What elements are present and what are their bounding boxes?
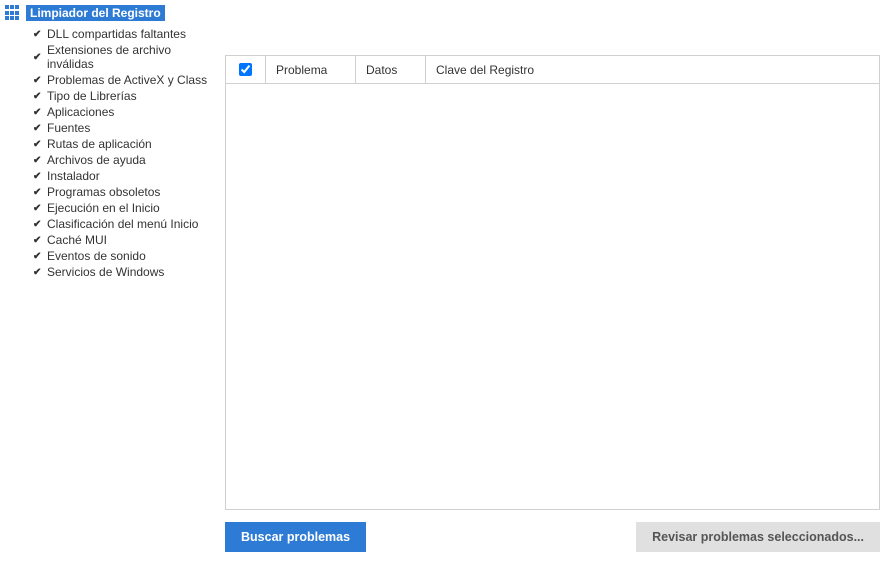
check-item-label: Servicios de Windows (47, 265, 164, 279)
check-item-label: Programas obsoletos (47, 185, 160, 199)
check-item-label: Archivos de ayuda (47, 153, 146, 167)
checkmark-icon: ✔ (33, 219, 47, 230)
checkmark-icon: ✔ (33, 139, 47, 150)
results-table: Problema Datos Clave del Registro (225, 55, 880, 510)
check-item-label: Clasificación del menú Inicio (47, 217, 198, 231)
check-item-label: Fuentes (47, 121, 90, 135)
select-all-checkbox[interactable] (239, 63, 252, 76)
check-item[interactable]: ✔Tipo de Librerías (33, 88, 220, 104)
checkmark-icon: ✔ (33, 75, 47, 86)
checkmark-icon: ✔ (33, 235, 47, 246)
check-item[interactable]: ✔Programas obsoletos (33, 184, 220, 200)
checkmark-icon: ✔ (33, 123, 47, 134)
column-header-datos[interactable]: Datos (356, 56, 426, 83)
check-item[interactable]: ✔Fuentes (33, 120, 220, 136)
check-item[interactable]: ✔Extensiones de archivo inválidas (33, 42, 220, 72)
checkmark-icon: ✔ (33, 29, 47, 40)
check-item-label: Caché MUI (47, 233, 107, 247)
checkmark-icon: ✔ (33, 187, 47, 198)
check-item[interactable]: ✔Archivos de ayuda (33, 152, 220, 168)
check-item-label: Instalador (47, 169, 100, 183)
check-list: ✔DLL compartidas faltantes✔Extensiones d… (5, 23, 220, 280)
checkmark-icon: ✔ (33, 267, 47, 278)
sidebar-title: Limpiador del Registro (26, 5, 165, 21)
checkmark-icon: ✔ (33, 107, 47, 118)
check-item[interactable]: ✔Ejecución en el Inicio (33, 200, 220, 216)
check-item[interactable]: ✔Caché MUI (33, 232, 220, 248)
check-item-label: Aplicaciones (47, 105, 114, 119)
column-header-checkbox[interactable] (226, 56, 266, 83)
footer: Buscar problemas Revisar problemas selec… (225, 510, 880, 552)
checkmark-icon: ✔ (33, 251, 47, 262)
check-item[interactable]: ✔Clasificación del menú Inicio (33, 216, 220, 232)
checkmark-icon: ✔ (33, 52, 47, 63)
checkmark-icon: ✔ (33, 171, 47, 182)
check-item-label: Ejecución en el Inicio (47, 201, 160, 215)
main-panel: Problema Datos Clave del Registro Buscar… (220, 0, 895, 562)
check-item-label: Rutas de aplicación (47, 137, 152, 151)
check-item[interactable]: ✔DLL compartidas faltantes (33, 26, 220, 42)
check-item-label: Tipo de Librerías (47, 89, 137, 103)
check-item[interactable]: ✔Instalador (33, 168, 220, 184)
check-item-label: Eventos de sonido (47, 249, 146, 263)
checkmark-icon: ✔ (33, 203, 47, 214)
check-item[interactable]: ✔Aplicaciones (33, 104, 220, 120)
column-header-clave[interactable]: Clave del Registro (426, 56, 879, 83)
check-item-label: Problemas de ActiveX y Class (47, 73, 207, 87)
table-header: Problema Datos Clave del Registro (226, 56, 879, 84)
check-item[interactable]: ✔Servicios de Windows (33, 264, 220, 280)
check-item-label: Extensiones de archivo inválidas (47, 43, 220, 71)
registry-grid-icon (5, 5, 21, 21)
check-item[interactable]: ✔Eventos de sonido (33, 248, 220, 264)
review-selected-button[interactable]: Revisar problemas seleccionados... (636, 522, 880, 552)
column-header-problema[interactable]: Problema (266, 56, 356, 83)
sidebar-header: Limpiador del Registro (5, 5, 220, 21)
check-item[interactable]: ✔Problemas de ActiveX y Class (33, 72, 220, 88)
checkmark-icon: ✔ (33, 155, 47, 166)
check-item-label: DLL compartidas faltantes (47, 27, 186, 41)
check-item[interactable]: ✔Rutas de aplicación (33, 136, 220, 152)
search-problems-button[interactable]: Buscar problemas (225, 522, 366, 552)
checkmark-icon: ✔ (33, 91, 47, 102)
sidebar: Limpiador del Registro ✔DLL compartidas … (0, 0, 220, 562)
